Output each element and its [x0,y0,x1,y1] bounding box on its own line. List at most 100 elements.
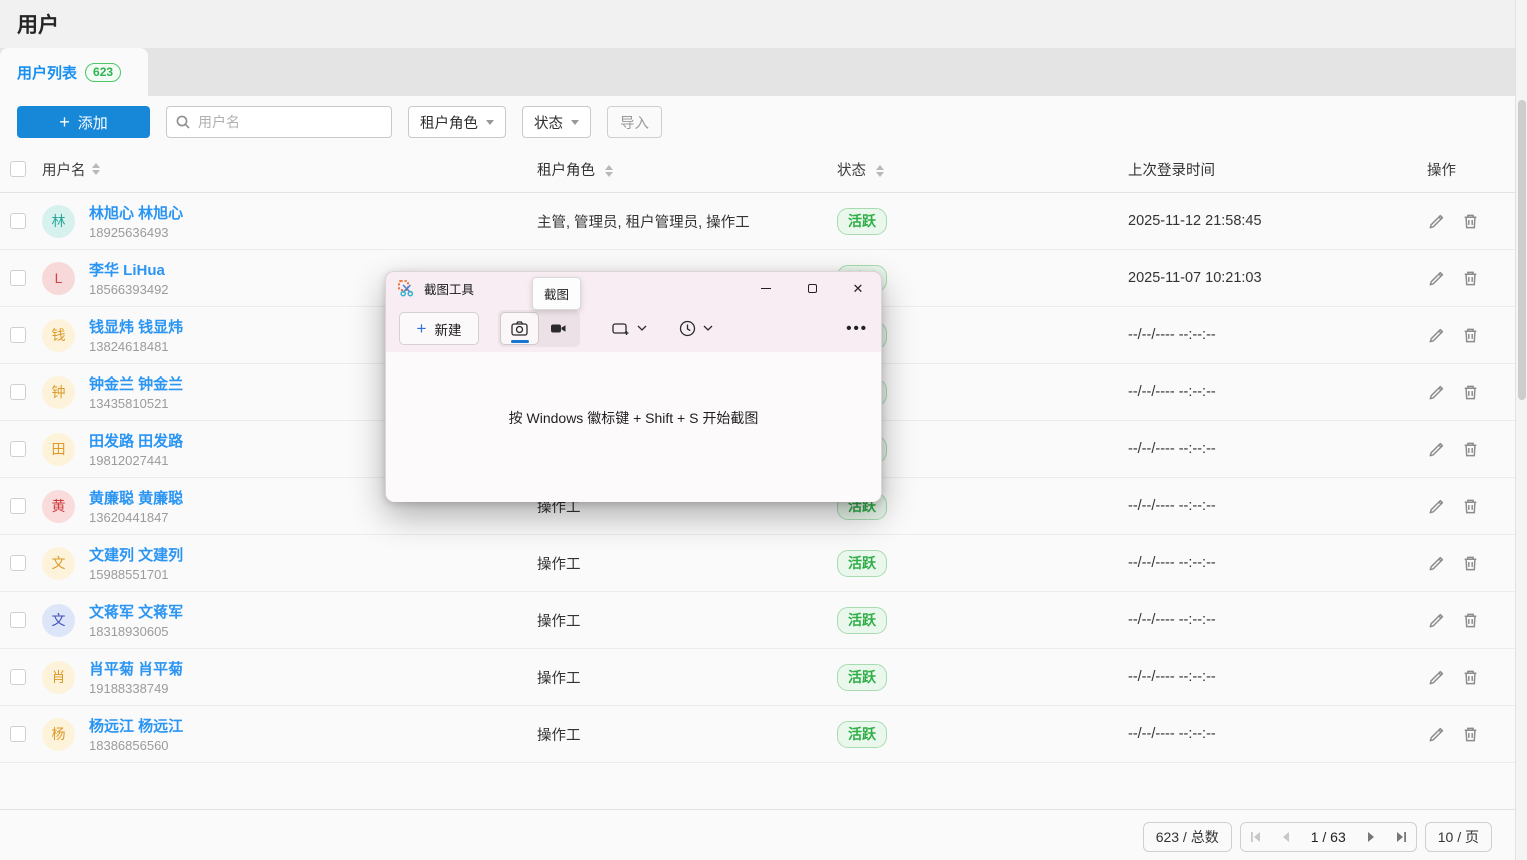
user-roles: 操作工 [537,613,581,630]
close-button[interactable]: ✕ [835,272,881,305]
row-checkbox[interactable] [10,213,26,229]
sort-icon[interactable] [91,163,100,175]
rectangle-snip-icon [612,322,629,335]
header-role[interactable]: 租户角色 [537,159,837,180]
select-all-checkbox[interactable] [10,161,26,177]
edit-button[interactable] [1427,326,1446,345]
search-input[interactable] [198,114,383,130]
table-row: 文 文蒋军 文蒋军 18318930605 操作工 活跃 --/--/---- … [0,592,1527,649]
row-checkbox[interactable] [10,441,26,457]
sort-icon[interactable] [876,164,885,177]
delete-button[interactable] [1461,440,1480,459]
page-indicator: 1 / 63 [1310,828,1346,845]
sort-icon[interactable] [605,164,614,177]
pencil-icon [1429,727,1444,741]
edit-button[interactable] [1427,497,1446,516]
edit-button[interactable] [1427,725,1446,744]
delete-button[interactable] [1461,611,1480,630]
edit-button[interactable] [1427,611,1446,630]
avatar: 钱 [42,318,75,352]
avatar: 文 [42,546,75,580]
snip-shape-dropdown[interactable] [611,320,647,338]
mode-segment [498,310,580,347]
status-badge: 活跃 [837,663,887,691]
user-name-link[interactable]: 李华 LiHua [89,259,169,280]
edit-button[interactable] [1427,383,1446,402]
minimize-button[interactable] [743,272,789,305]
user-name-link[interactable]: 钟金兰 钟金兰 [89,373,183,394]
edit-button[interactable] [1427,668,1446,687]
delete-button[interactable] [1461,497,1480,516]
snipping-tool-body: 按 Windows 徽标键 + Shift + S 开始截图 [386,352,881,502]
user-name-link[interactable]: 林旭心 林旭心 [89,202,183,223]
row-checkbox[interactable] [10,726,26,742]
header-username[interactable]: 用户名 [42,159,537,180]
row-checkbox[interactable] [10,270,26,286]
add-user-button[interactable]: + 添加 [17,106,150,138]
user-name-link[interactable]: 田发路 田发路 [89,430,183,451]
last-page-button[interactable] [1386,823,1416,851]
tab-user-list[interactable]: 用户列表 623 [0,48,148,96]
user-phone: 18925636493 [89,225,169,240]
delay-dropdown[interactable] [678,319,713,338]
edit-button[interactable] [1427,440,1446,459]
snip-tooltip: 截图 [532,277,582,310]
delete-button[interactable] [1461,269,1480,288]
user-phone: 13435810521 [89,396,169,411]
user-name-link[interactable]: 杨远江 杨远江 [89,715,183,736]
avatar: 杨 [42,717,75,751]
user-phone: 15988551701 [89,567,169,582]
page-title: 用户 [17,14,59,37]
user-name-link[interactable]: 肖平菊 肖平菊 [89,658,183,679]
new-snip-button[interactable]: + 新建 [399,312,479,345]
next-page-button[interactable] [1356,823,1386,851]
snip-hint-text: 按 Windows 徽标键 + Shift + S 开始截图 [508,410,759,426]
header-last-login: 上次登录时间 [1128,162,1215,179]
import-button[interactable]: 导入 [607,106,662,138]
edit-button[interactable] [1427,212,1446,231]
scrollbar-thumb[interactable] [1518,100,1526,400]
delete-button[interactable] [1461,326,1480,345]
video-camera-icon [551,324,566,333]
last-login-time: --/--/---- --:--:-- [1128,555,1216,571]
row-checkbox[interactable] [10,384,26,400]
status-filter-dropdown[interactable]: 状态 [522,106,591,138]
row-checkbox[interactable] [10,327,26,343]
trash-icon [1464,613,1477,627]
user-name-link[interactable]: 文蒋军 文蒋军 [89,601,183,622]
header-status[interactable]: 状态 [837,159,1128,180]
first-page-button[interactable] [1241,823,1271,851]
user-name-link[interactable]: 钱显炜 钱显炜 [89,316,183,337]
row-checkbox[interactable] [10,669,26,685]
record-mode-button[interactable] [539,312,578,345]
user-name-link[interactable]: 文建列 文建列 [89,544,183,565]
snipping-tool-window: 截图工具 截图 ✕ + 新建 ••• 按 Windows 徽标键 + Shift… [385,271,882,502]
row-checkbox[interactable] [10,612,26,628]
avatar: 田 [42,432,75,466]
row-checkbox[interactable] [10,555,26,571]
first-page-icon [1250,831,1260,842]
delete-button[interactable] [1461,212,1480,231]
screenshot-mode-button[interactable] [500,312,539,345]
table-row: 杨 杨远江 杨远江 18386856560 操作工 活跃 --/--/---- … [0,706,1527,763]
role-filter-dropdown[interactable]: 租户角色 [408,106,506,138]
page-size-box[interactable]: 10 / 页 [1424,821,1492,852]
vertical-scrollbar[interactable] [1515,0,1527,860]
edit-button[interactable] [1427,269,1446,288]
delete-button[interactable] [1461,668,1480,687]
snipping-tool-titlebar[interactable]: 截图工具 截图 ✕ [386,272,881,310]
user-name-link[interactable]: 黄廉聪 黄廉聪 [89,487,183,508]
maximize-button[interactable] [789,272,835,305]
pencil-icon [1429,499,1444,513]
more-options-button[interactable]: ••• [846,320,868,337]
avatar: 肖 [42,660,75,694]
delete-button[interactable] [1461,725,1480,744]
row-checkbox[interactable] [10,498,26,514]
delete-button[interactable] [1461,383,1480,402]
prev-page-button[interactable] [1271,823,1301,851]
trash-icon [1464,499,1477,513]
trash-icon [1464,670,1477,684]
edit-button[interactable] [1427,554,1446,573]
delete-button[interactable] [1461,554,1480,573]
add-user-label: 添加 [77,114,108,132]
